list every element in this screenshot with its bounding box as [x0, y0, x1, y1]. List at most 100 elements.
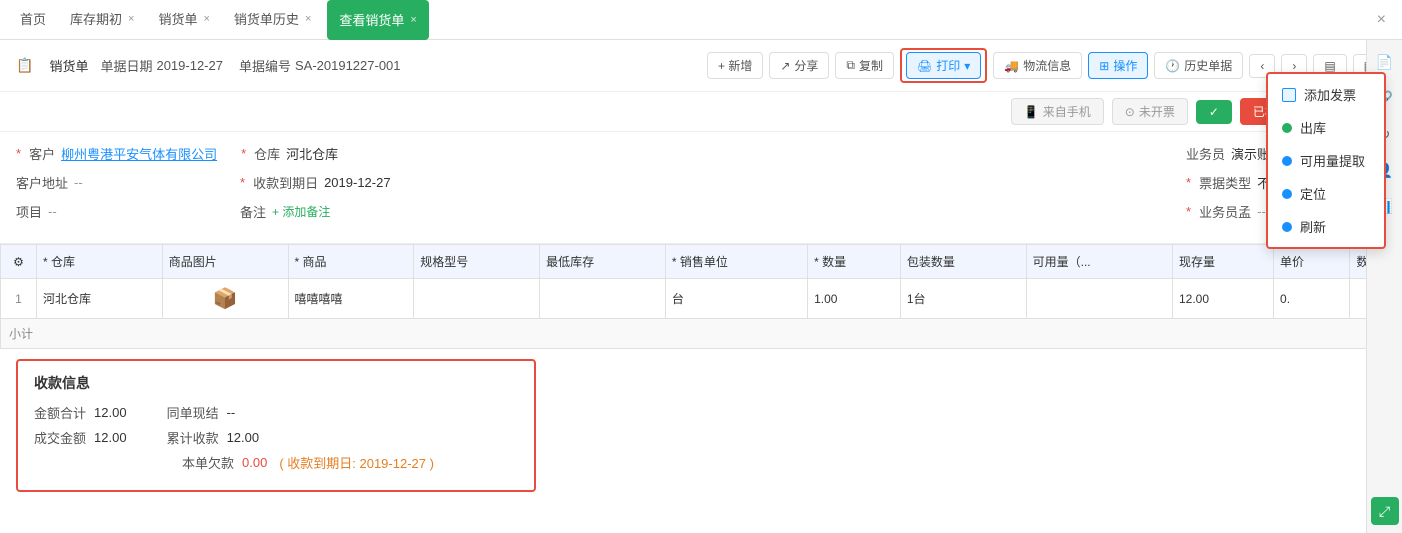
tab-sales-history[interactable]: 销货单历史 × [222, 0, 323, 40]
row-image: 📦 [162, 279, 288, 319]
outbound-label: 出库 [1300, 118, 1326, 137]
operate-dropdown: 添加发票 出库 可用量提取 定位 刷新 [1266, 72, 1386, 249]
same-order-settle-value: -- [227, 405, 236, 420]
total-amount-value: 12.00 [94, 405, 127, 420]
outbound-dot-icon [1282, 123, 1292, 133]
row-num: 1 [1, 279, 37, 319]
subtotal-row: 小计 [1, 319, 1402, 349]
form-row-2: 客户地址 -- * 收款到期日 2019-12-27 * 票据类型 不开票 [16, 173, 1386, 192]
print-highlight-box: 🖨 打印 ▾ [900, 48, 987, 83]
close-inventory-init-tab[interactable]: × [128, 13, 134, 25]
doc-title-area: 📋 销货单 单据日期 2019-12-27 单据编号 SA-20191227-0… [16, 56, 401, 75]
col-pack-qty: 包装数量 [900, 245, 1026, 279]
add-invoice-label: 添加发票 [1304, 85, 1356, 104]
from-phone-button[interactable]: 📱 来自手机 [1011, 98, 1104, 125]
col-gear: ⚙ [1, 245, 37, 279]
payment-row-1: 金额合计 12.00 同单现结 -- [34, 403, 518, 422]
payment-info-title: 收款信息 [34, 373, 518, 393]
tab-bar-close-button[interactable]: × [1369, 11, 1394, 29]
col-min-stock: 最低库存 [540, 245, 666, 279]
col-image: 商品图片 [162, 245, 288, 279]
copy-button[interactable]: ⧉ 复制 [835, 52, 894, 79]
cumulative-receipt-item: 累计收款 12.00 [167, 428, 260, 447]
row-min-stock [540, 279, 666, 319]
close-sales-history-tab[interactable]: × [305, 13, 311, 25]
due-date-value: 2019-12-27 [324, 175, 391, 190]
row-warehouse: 河北仓库 [37, 279, 163, 319]
payment-info-box: 收款信息 金额合计 12.00 同单现结 -- 成交金额 12.00 累计收款 … [16, 359, 536, 492]
row-pack-qty: 1台 [900, 279, 1026, 319]
row-spec [414, 279, 540, 319]
circle-icon: ⊙ [1125, 105, 1135, 119]
tab-bar: 首页 库存期初 × 销货单 × 销货单历史 × 查看销货单 × × [0, 0, 1402, 40]
print-button[interactable]: 🖨 打印 ▾ [906, 52, 981, 79]
this-order-due-item: 本单欠款 0.00 ( 收款到期日: 2019-12-27 ) [182, 453, 434, 472]
dropdown-outbound[interactable]: 出库 [1268, 111, 1384, 144]
col-avail-qty: 可用量（... [1026, 245, 1172, 279]
add-note-button[interactable]: + 添加备注 [272, 203, 330, 220]
logistics-icon: 🚚 [1004, 59, 1019, 73]
row-current-qty: 12.00 [1173, 279, 1274, 319]
print-dropdown-arrow[interactable]: ▾ [964, 59, 970, 73]
tab-inventory-init[interactable]: 库存期初 × [58, 0, 146, 40]
doc-header: 📋 销货单 单据日期 2019-12-27 单据编号 SA-20191227-0… [0, 40, 1402, 92]
share-button[interactable]: ↗ 分享 [769, 52, 829, 79]
doc-meta: 单据日期 2019-12-27 单据编号 SA-20191227-001 [100, 56, 400, 75]
close-sales-order-tab[interactable]: × [203, 13, 209, 25]
new-button[interactable]: + 新增 [707, 52, 763, 79]
this-order-due-value: 0.00 [242, 455, 267, 470]
product-table-container: ⚙ * 仓库 商品图片 * 商品 规格型号 最低库存 * 销售单位 * 数量 包… [0, 244, 1402, 349]
close-view-sales-tab[interactable]: × [410, 14, 416, 26]
row-unit-price: 0. [1274, 279, 1350, 319]
doc-date-label: 单据日期 [100, 56, 152, 75]
payment-row-2: 成交金额 12.00 累计收款 12.00 [34, 428, 518, 447]
customer-field: * 客户 柳州粤港平安气体有限公司 [16, 144, 217, 163]
share-icon: ↗ [780, 59, 790, 73]
col-product: * 商品 [288, 245, 414, 279]
col-current-qty: 现存量 [1173, 245, 1274, 279]
transaction-amount-value: 12.00 [94, 430, 127, 445]
doc-date-value: 2019-12-27 [156, 58, 223, 73]
due-date-field: * 收款到期日 2019-12-27 [240, 173, 440, 192]
project-field: 项目 -- [16, 202, 216, 221]
due-date-note: ( 收款到期日: 2019-12-27 ) [279, 453, 434, 472]
copy-icon: ⧉ [846, 58, 855, 73]
dropdown-locate[interactable]: 定位 [1268, 177, 1384, 210]
locate-dot-icon [1282, 189, 1292, 199]
form-row-1: * 客户 柳州粤港平安气体有限公司 * 仓库 河北仓库 业务员 演示账号 [16, 144, 1386, 163]
sidebar-expand-icon[interactable]: ⤢ [1371, 497, 1399, 525]
customer-value[interactable]: 柳州粤港平安气体有限公司 [61, 144, 217, 163]
table-header-row: ⚙ * 仓库 商品图片 * 商品 规格型号 最低库存 * 销售单位 * 数量 包… [1, 245, 1402, 279]
project-value: -- [48, 204, 57, 219]
locate-label: 定位 [1300, 184, 1326, 203]
warehouse-field: * 仓库 河北仓库 [241, 144, 441, 163]
available-qty-dot-icon [1282, 156, 1292, 166]
transaction-amount-item: 成交金额 12.00 [34, 428, 127, 447]
total-amount-item: 金额合计 12.00 [34, 403, 127, 422]
payment-row-3: 本单欠款 0.00 ( 收款到期日: 2019-12-27 ) [34, 453, 518, 472]
col-warehouse: * 仓库 [37, 245, 163, 279]
dropdown-refresh[interactable]: 刷新 [1268, 210, 1384, 243]
tab-home[interactable]: 首页 [8, 0, 58, 40]
warehouse-value: 河北仓库 [286, 144, 338, 163]
col-spec: 规格型号 [414, 245, 540, 279]
row-product: 嘻嘻嘻嘻 [288, 279, 414, 319]
dropdown-available-qty[interactable]: 可用量提取 [1268, 144, 1384, 177]
address-field: 客户地址 -- [16, 173, 216, 192]
dropdown-add-invoice[interactable]: 添加发票 [1268, 78, 1384, 111]
history-button[interactable]: 🕐 历史单据 [1154, 52, 1243, 79]
row-sales-unit: 台 [665, 279, 807, 319]
cumulative-receipt-value: 12.00 [227, 430, 260, 445]
phone-icon: 📱 [1024, 105, 1039, 119]
status-row: 📱 来自手机 ⊙ 未开票 ✓ 已核销 ✓ 已生效 [0, 92, 1402, 132]
row-avail-qty [1026, 279, 1172, 319]
not-open-button[interactable]: ⊙ 未开票 [1112, 98, 1188, 125]
tab-view-sales[interactable]: 查看销货单 × [327, 0, 428, 40]
logistics-button[interactable]: 🚚 物流信息 [993, 52, 1082, 79]
form-row-3: 项目 -- 备注 + 添加备注 * 业务员孟 -- [16, 202, 1386, 221]
salesperson-value: -- [1257, 204, 1266, 219]
check-button[interactable]: ✓ [1196, 100, 1232, 124]
tab-sales-order[interactable]: 销货单 × [146, 0, 221, 40]
operate-button[interactable]: ⊞ 操作 [1088, 52, 1148, 79]
note-field: 备注 + 添加备注 [240, 202, 440, 221]
